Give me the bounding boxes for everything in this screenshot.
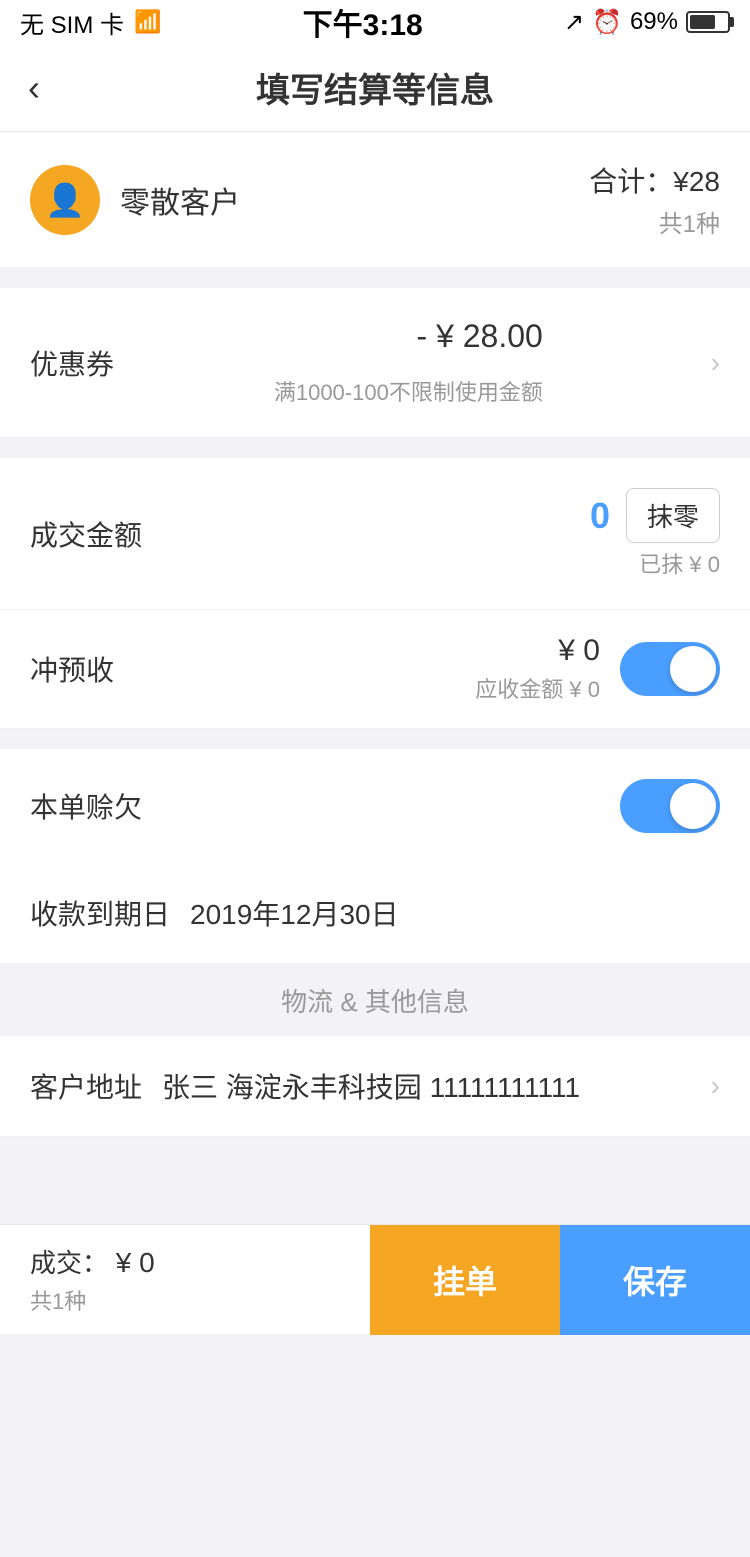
address-label: 客户地址 — [30, 1066, 142, 1106]
content: 👤 零散客户 合计：¥28 共1种 优惠券 - ¥ 28.00 满1000-10… — [0, 132, 750, 1557]
customer-name: 零散客户 — [120, 178, 240, 222]
transaction-row: 成交金额 0 抹零 已抹 ¥ 0 — [0, 458, 750, 610]
credit-toggle-knob — [670, 783, 716, 829]
bottom-count: 共1种 — [30, 1284, 340, 1316]
customer-total: 合计：¥28 — [589, 160, 720, 200]
bottom-deal-amount: ¥ 0 — [116, 1247, 155, 1278]
credit-label: 本单赊欠 — [30, 786, 142, 826]
coupon-row[interactable]: 优惠券 - ¥ 28.00 满1000-100不限制使用金额 › — [0, 288, 750, 438]
battery-percent: 69% — [630, 8, 678, 36]
coupon-label: 优惠券 — [30, 343, 114, 383]
transaction-value: 0 — [590, 495, 610, 537]
bottom-bar: 成交： ¥ 0 共1种 挂单 保存 — [0, 1224, 750, 1334]
transaction-right: 0 抹零 已抹 ¥ 0 — [590, 488, 720, 579]
credit-toggle[interactable] — [620, 779, 720, 833]
wifi-icon: 📶 — [134, 9, 161, 35]
page-title: 填写结算等信息 — [256, 63, 494, 112]
amount-value-wrap: 0 抹零 — [590, 488, 720, 543]
address-row[interactable]: 客户地址 张三 海淀永丰科技园 11111111111 › — [0, 1036, 750, 1137]
coupon-desc: 满1000-100不限制使用金额 — [274, 375, 543, 407]
address-chevron: › — [711, 1070, 720, 1102]
battery-fill — [690, 15, 715, 29]
precollect-right: ¥ 0 应收金额 ¥ 0 — [475, 634, 720, 704]
precollect-amount: ¥ 0 — [475, 634, 600, 668]
due-date-label: 收款到期日 — [30, 893, 170, 933]
status-right: ↗ ⏰ 69% — [564, 8, 730, 37]
network-status: 无 SIM 卡 — [20, 5, 124, 40]
due-date-row: 收款到期日 2019年12月30日 — [0, 863, 750, 964]
nav-bar: ‹ 填写结算等信息 — [0, 44, 750, 132]
status-left: 无 SIM 卡 📶 — [20, 5, 161, 40]
customer-left: 👤 零散客户 — [30, 165, 240, 235]
due-date-content: 收款到期日 2019年12月30日 — [30, 893, 720, 933]
coupon-chevron: › — [711, 347, 720, 379]
customer-row: 👤 零散客户 合计：¥28 共1种 — [0, 132, 750, 268]
address-value: 张三 海淀永丰科技园 11111111111 — [162, 1066, 580, 1106]
location-icon: ↗ — [564, 8, 584, 37]
bottom-deal-row: 成交： ¥ 0 — [30, 1243, 340, 1280]
customer-right: 合计：¥28 共1种 — [589, 160, 720, 239]
alarm-icon: ⏰ — [592, 8, 622, 37]
round-button[interactable]: 抹零 — [626, 488, 720, 543]
save-button[interactable]: 保存 — [560, 1225, 750, 1335]
precollect-label: 冲预收 — [30, 649, 114, 689]
due-date-value: 2019年12月30日 — [190, 893, 399, 933]
back-button[interactable]: ‹ — [28, 67, 40, 109]
precollect-amounts: ¥ 0 应收金额 ¥ 0 — [475, 634, 600, 704]
coupon-discount: - ¥ 28.00 — [417, 318, 543, 355]
toggle-knob — [670, 646, 716, 692]
divider-2 — [0, 438, 750, 458]
section-divider: 物流 & 其他信息 — [0, 964, 750, 1036]
status-bar: 无 SIM 卡 📶 下午3:18 ↗ ⏰ 69% — [0, 0, 750, 44]
section-divider-text: 物流 & 其他信息 — [281, 982, 469, 1019]
battery-icon — [686, 11, 730, 33]
address-left: 客户地址 张三 海淀永丰科技园 11111111111 — [30, 1066, 580, 1106]
already-deducted: 已抹 ¥ 0 — [639, 547, 720, 579]
customer-count: 共1种 — [589, 204, 720, 239]
bottom-deal-label: 成交： — [30, 1248, 108, 1278]
precollect-row: 冲预收 ¥ 0 应收金额 ¥ 0 — [0, 610, 750, 729]
divider-1 — [0, 268, 750, 288]
status-time: 下午3:18 — [303, 0, 423, 44]
avatar-icon: 👤 — [45, 181, 85, 219]
credit-row: 本单赊欠 — [0, 749, 750, 863]
bottom-info: 成交： ¥ 0 共1种 — [0, 1243, 370, 1316]
transaction-label: 成交金额 — [30, 514, 142, 554]
divider-3 — [0, 729, 750, 749]
hold-button[interactable]: 挂单 — [370, 1225, 560, 1335]
precollect-toggle[interactable] — [620, 642, 720, 696]
coupon-right: - ¥ 28.00 满1000-100不限制使用金额 — [274, 318, 543, 407]
customer-avatar: 👤 — [30, 165, 100, 235]
precollect-receivable: 应收金额 ¥ 0 — [475, 672, 600, 704]
